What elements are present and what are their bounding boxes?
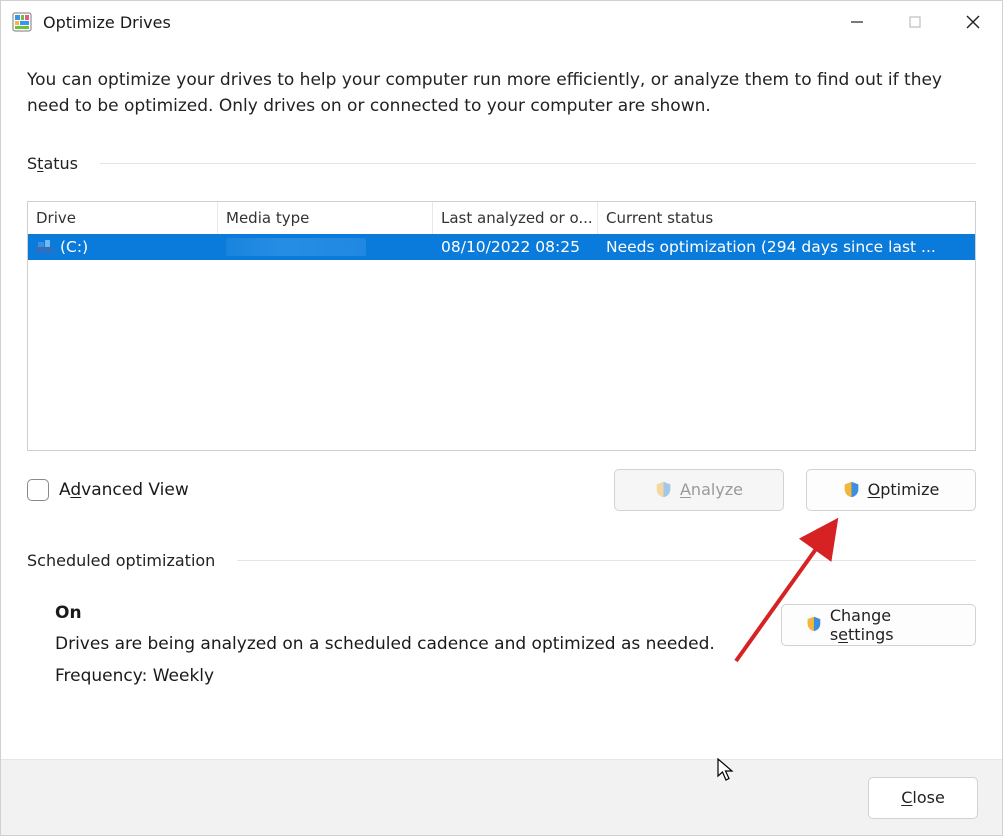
change-settings-button[interactable]: Change settings [781, 604, 976, 646]
analyze-button: Analyze [614, 469, 784, 511]
content-area: You can optimize your drives to help you… [1, 43, 1002, 759]
optimize-label: Optimize [868, 480, 940, 499]
window-controls [828, 1, 1002, 43]
scheduled-desc: Drives are being analyzed on a scheduled… [55, 629, 715, 660]
footer-bar: Close [1, 759, 1002, 835]
analyze-label: Analyze [680, 480, 743, 499]
titlebar: Optimize Drives [1, 1, 1002, 43]
defrag-app-icon [11, 11, 33, 33]
col-header-drive[interactable]: Drive [28, 202, 218, 234]
intro-text: You can optimize your drives to help you… [27, 67, 976, 120]
divider [237, 560, 976, 561]
optimize-button[interactable]: Optimize [806, 469, 976, 511]
scheduled-label: Scheduled optimization [27, 551, 215, 570]
table-body: (C:) 08/10/2022 08:25 Needs optimization… [28, 234, 975, 450]
divider [100, 163, 976, 164]
advanced-view-checkbox[interactable] [27, 479, 49, 501]
window-title: Optimize Drives [43, 13, 171, 32]
col-header-last[interactable]: Last analyzed or o... [433, 202, 598, 234]
shield-icon [655, 481, 672, 498]
close-label: Close [901, 788, 945, 807]
drive-icon [36, 240, 54, 254]
cell-media [218, 238, 433, 256]
optimize-drives-window: Optimize Drives You can optimize your dr… [0, 0, 1003, 836]
scheduled-frequency: Frequency: Weekly [55, 661, 715, 692]
col-header-media[interactable]: Media type [218, 202, 433, 234]
table-row[interactable]: (C:) 08/10/2022 08:25 Needs optimization… [28, 234, 975, 260]
status-label: Status [27, 154, 78, 173]
cell-drive: (C:) [28, 238, 218, 256]
shield-icon [806, 616, 822, 633]
scheduled-text: On Drives are being analyzed on a schedu… [55, 598, 715, 692]
close-dialog-button[interactable]: Close [868, 777, 978, 819]
col-header-status[interactable]: Current status [598, 202, 975, 234]
minimize-button[interactable] [828, 1, 886, 43]
cell-last-analyzed: 08/10/2022 08:25 [433, 238, 598, 256]
close-button[interactable] [944, 1, 1002, 43]
media-type-redacted [226, 238, 366, 256]
table-actions-row: Advanced View Analyze Optimize [27, 469, 976, 511]
cell-current-status: Needs optimization (294 days since last … [598, 238, 975, 256]
change-settings-label: Change settings [830, 606, 951, 644]
scheduled-state: On [55, 598, 715, 629]
shield-icon [843, 481, 860, 498]
drive-label: (C:) [60, 238, 88, 256]
table-header: Drive Media type Last analyzed or o... C… [28, 202, 975, 234]
status-section-header: Status [27, 154, 976, 173]
scheduled-section-header: Scheduled optimization [27, 551, 976, 570]
scheduled-optimization-box: On Drives are being analyzed on a schedu… [27, 598, 976, 692]
advanced-view-label[interactable]: Advanced View [59, 480, 189, 500]
maximize-button [886, 1, 944, 43]
drives-table[interactable]: Drive Media type Last analyzed or o... C… [27, 201, 976, 451]
